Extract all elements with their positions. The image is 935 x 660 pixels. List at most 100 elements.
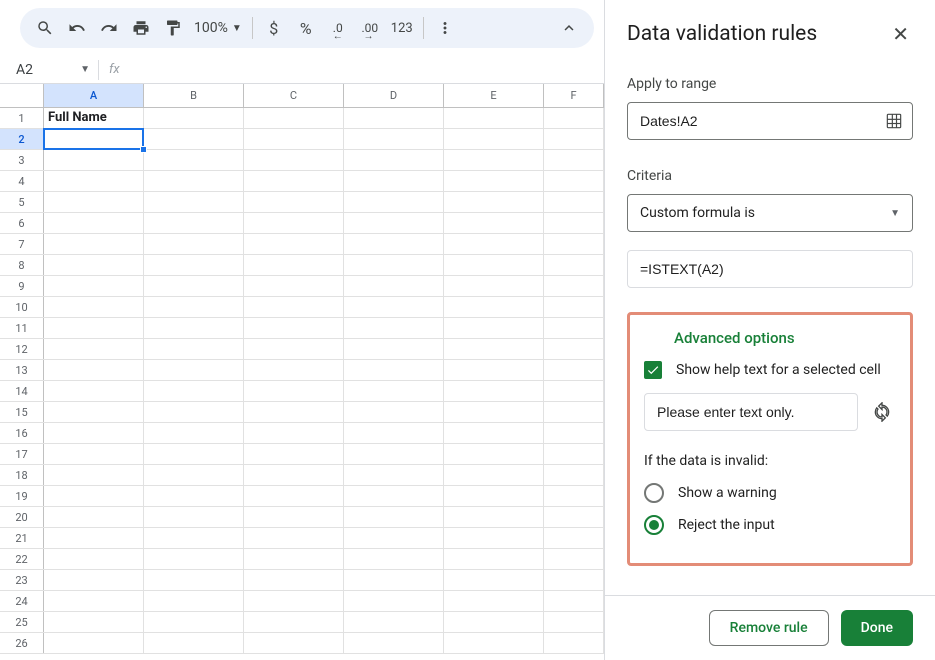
column-header[interactable]: B: [144, 84, 244, 107]
cell[interactable]: [344, 570, 444, 590]
cell[interactable]: [344, 150, 444, 170]
cell[interactable]: [244, 444, 344, 464]
cell[interactable]: [444, 423, 544, 443]
done-button[interactable]: Done: [841, 610, 913, 646]
cell[interactable]: [244, 570, 344, 590]
cell[interactable]: [44, 486, 144, 506]
cell[interactable]: [544, 465, 604, 485]
cell[interactable]: [444, 150, 544, 170]
column-header[interactable]: C: [244, 84, 344, 107]
cell[interactable]: [144, 171, 244, 191]
row-header[interactable]: 8: [0, 255, 44, 275]
cell[interactable]: [344, 129, 444, 149]
cell[interactable]: [44, 276, 144, 296]
cell[interactable]: [344, 171, 444, 191]
cell[interactable]: [444, 549, 544, 569]
cell[interactable]: [444, 213, 544, 233]
cell[interactable]: [44, 192, 144, 212]
cell[interactable]: [144, 633, 244, 653]
row-header[interactable]: 19: [0, 486, 44, 506]
cell[interactable]: [144, 255, 244, 275]
cell[interactable]: [544, 612, 604, 632]
cell[interactable]: [244, 591, 344, 611]
cell[interactable]: [44, 150, 144, 170]
cell[interactable]: [444, 633, 544, 653]
cell[interactable]: [444, 465, 544, 485]
cell[interactable]: [144, 591, 244, 611]
cell[interactable]: [344, 360, 444, 380]
cell[interactable]: [244, 465, 344, 485]
cell[interactable]: [44, 423, 144, 443]
cell[interactable]: [244, 255, 344, 275]
name-box[interactable]: A2 ▼: [0, 62, 98, 78]
cell[interactable]: [544, 234, 604, 254]
cell[interactable]: [144, 507, 244, 527]
cell[interactable]: [344, 402, 444, 422]
cell[interactable]: [144, 402, 244, 422]
cell[interactable]: [544, 255, 604, 275]
cell[interactable]: [344, 444, 444, 464]
cell[interactable]: [544, 213, 604, 233]
select-range-icon[interactable]: [884, 111, 904, 131]
cell[interactable]: [144, 318, 244, 338]
cell[interactable]: [144, 528, 244, 548]
cell[interactable]: [44, 633, 144, 653]
cell[interactable]: [344, 423, 444, 443]
cell[interactable]: [544, 276, 604, 296]
cell[interactable]: [544, 381, 604, 401]
cell[interactable]: [444, 171, 544, 191]
cell[interactable]: [544, 507, 604, 527]
column-header[interactable]: A: [44, 84, 144, 107]
show-help-checkbox[interactable]: [644, 361, 662, 379]
cell[interactable]: [544, 486, 604, 506]
column-header[interactable]: D: [344, 84, 444, 107]
cell[interactable]: [344, 612, 444, 632]
row-header[interactable]: 12: [0, 339, 44, 359]
cell[interactable]: [144, 549, 244, 569]
cell[interactable]: [44, 381, 144, 401]
cell[interactable]: [444, 612, 544, 632]
select-all-corner[interactable]: [0, 84, 44, 107]
invalid-option[interactable]: Reject the input: [644, 515, 896, 535]
row-header[interactable]: 17: [0, 444, 44, 464]
radio-button[interactable]: [644, 515, 664, 535]
cell[interactable]: [244, 339, 344, 359]
cell[interactable]: [344, 486, 444, 506]
help-text-input[interactable]: [644, 393, 858, 431]
invalid-option[interactable]: Show a warning: [644, 483, 896, 503]
cell[interactable]: [44, 171, 144, 191]
cell[interactable]: [344, 507, 444, 527]
cell[interactable]: [144, 129, 244, 149]
row-header[interactable]: 26: [0, 633, 44, 653]
cell[interactable]: [244, 360, 344, 380]
cell[interactable]: [44, 255, 144, 275]
cell[interactable]: [244, 234, 344, 254]
cell[interactable]: [444, 591, 544, 611]
cell[interactable]: [544, 129, 604, 149]
cell[interactable]: [244, 486, 344, 506]
row-header[interactable]: 5: [0, 192, 44, 212]
cell[interactable]: [44, 234, 144, 254]
row-header[interactable]: 11: [0, 318, 44, 338]
cell[interactable]: [444, 528, 544, 548]
row-header[interactable]: 21: [0, 528, 44, 548]
cell[interactable]: [544, 318, 604, 338]
percent-button[interactable]: %: [291, 13, 321, 43]
remove-rule-button[interactable]: Remove rule: [709, 610, 829, 646]
cell[interactable]: [544, 171, 604, 191]
cell[interactable]: [44, 318, 144, 338]
cell[interactable]: [544, 150, 604, 170]
print-icon[interactable]: [126, 13, 156, 43]
cell[interactable]: [144, 150, 244, 170]
cell[interactable]: [444, 318, 544, 338]
row-header[interactable]: 3: [0, 150, 44, 170]
cell[interactable]: [244, 171, 344, 191]
cell[interactable]: [344, 528, 444, 548]
row-header[interactable]: 14: [0, 381, 44, 401]
cell[interactable]: [444, 381, 544, 401]
cell[interactable]: [144, 213, 244, 233]
cell[interactable]: [544, 108, 604, 128]
row-header[interactable]: 25: [0, 612, 44, 632]
cell[interactable]: [244, 402, 344, 422]
cell[interactable]: [344, 213, 444, 233]
